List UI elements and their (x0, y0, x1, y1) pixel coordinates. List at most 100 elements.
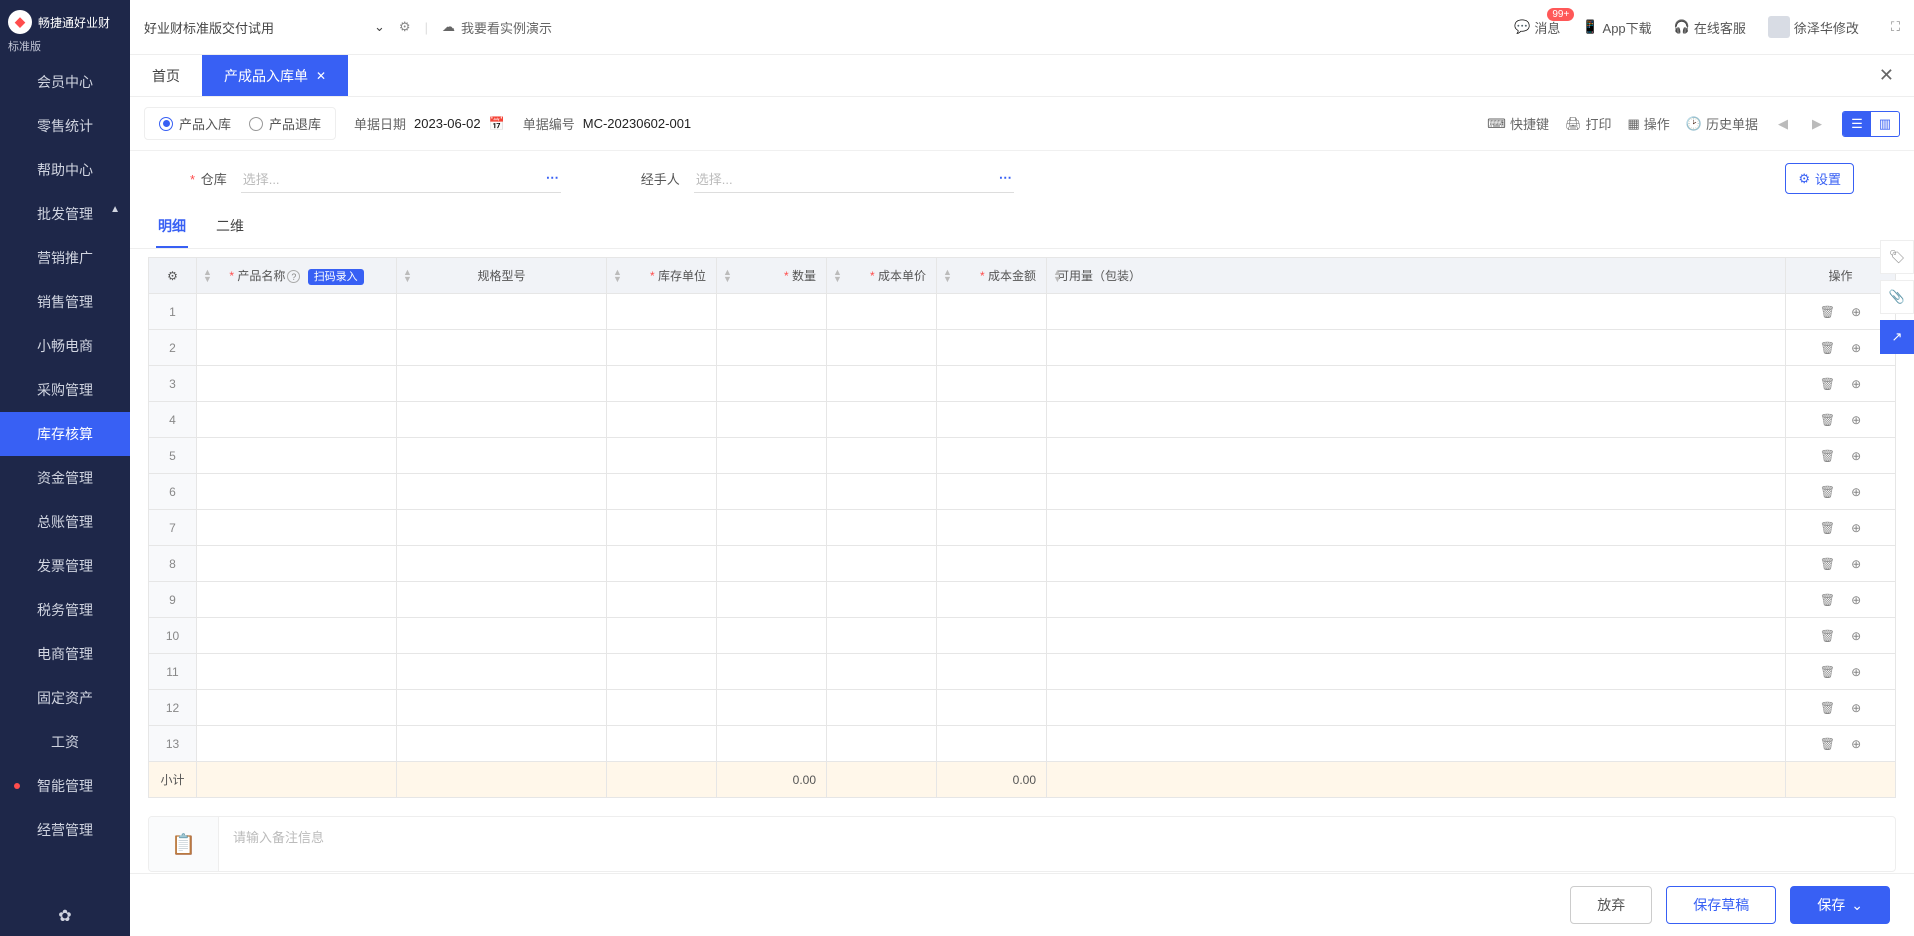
row-delete-icon[interactable]: 🗑 (1820, 521, 1835, 535)
cell-name[interactable] (197, 510, 397, 546)
cell-unit[interactable] (607, 582, 717, 618)
th-gear[interactable]: ⚙ (149, 258, 197, 294)
warehouse-select[interactable]: 选择... ⋯ (241, 165, 561, 193)
sidebar-item-15[interactable]: 工资 (0, 720, 130, 764)
scan-badge[interactable]: 扫码录入 (308, 269, 364, 285)
sidebar-item-10[interactable]: 总账管理 (0, 500, 130, 544)
sidebar-item-8[interactable]: 库存核算 (0, 412, 130, 456)
cell-price[interactable] (827, 330, 937, 366)
th-avail[interactable]: ▲▼可用量（包装） (1047, 258, 1786, 294)
cell-price[interactable] (827, 618, 937, 654)
date-value[interactable]: 2023-06-02 (414, 116, 481, 131)
cell-amount[interactable] (937, 366, 1047, 402)
row-add-icon[interactable]: ⊕ (1851, 521, 1861, 535)
cell-qty[interactable] (717, 618, 827, 654)
app-download-button[interactable]: 📱 App下载 (1582, 18, 1651, 37)
remarks-input[interactable]: 请输入备注信息 (219, 817, 1895, 871)
view-card-icon[interactable]: ▥ (1871, 112, 1899, 136)
row-delete-icon[interactable]: 🗑 (1820, 485, 1835, 499)
th-unit[interactable]: ▲▼* 库存单位 (607, 258, 717, 294)
row-delete-icon[interactable]: 🗑 (1820, 737, 1835, 751)
cell-name[interactable] (197, 618, 397, 654)
cell-unit[interactable] (607, 618, 717, 654)
cell-price[interactable] (827, 654, 937, 690)
sidebar-item-5[interactable]: 销售管理 (0, 280, 130, 324)
rail-expand-icon[interactable]: ↗ (1880, 320, 1914, 354)
discard-button[interactable]: 放弃 (1570, 886, 1652, 924)
sidebar-settings-icon[interactable]: ✿ (0, 896, 130, 936)
cell-price[interactable] (827, 690, 937, 726)
cell-unit[interactable] (607, 330, 717, 366)
sidebar-item-7[interactable]: 采购管理 (0, 368, 130, 412)
cell-qty[interactable] (717, 402, 827, 438)
cell-amount[interactable] (937, 402, 1047, 438)
cell-amount[interactable] (937, 690, 1047, 726)
cell-qty[interactable] (717, 294, 827, 330)
cell-spec[interactable] (397, 294, 607, 330)
row-add-icon[interactable]: ⊕ (1851, 341, 1861, 355)
cell-qty[interactable] (717, 510, 827, 546)
user-menu[interactable]: 徐泽华修改 (1768, 16, 1859, 38)
cell-spec[interactable] (397, 654, 607, 690)
cell-name[interactable] (197, 546, 397, 582)
cell-avail[interactable] (1047, 546, 1786, 582)
row-delete-icon[interactable]: 🗑 (1820, 449, 1835, 463)
demo-link[interactable]: ☁ 我要看实例演示 (442, 18, 552, 37)
handler-select[interactable]: 选择... ⋯ (694, 165, 1014, 193)
cell-amount[interactable] (937, 474, 1047, 510)
inner-tab-detail[interactable]: 明细 (156, 206, 188, 248)
sidebar-item-6[interactable]: 小畅电商 (0, 324, 130, 368)
help-icon[interactable]: ? (287, 270, 300, 283)
th-price[interactable]: ▲▼* 成本单价 (827, 258, 937, 294)
row-delete-icon[interactable]: 🗑 (1820, 305, 1835, 319)
row-delete-icon[interactable]: 🗑 (1820, 377, 1835, 391)
row-add-icon[interactable]: ⊕ (1851, 737, 1861, 751)
cell-unit[interactable] (607, 294, 717, 330)
cell-amount[interactable] (937, 510, 1047, 546)
row-add-icon[interactable]: ⊕ (1851, 485, 1861, 499)
cell-avail[interactable] (1047, 654, 1786, 690)
cell-amount[interactable] (937, 330, 1047, 366)
row-delete-icon[interactable]: 🗑 (1820, 629, 1835, 643)
cell-avail[interactable] (1047, 690, 1786, 726)
tab-product-in[interactable]: 产成品入库单 ✕ (202, 55, 348, 96)
cell-spec[interactable] (397, 582, 607, 618)
row-add-icon[interactable]: ⊕ (1851, 305, 1861, 319)
cell-avail[interactable] (1047, 294, 1786, 330)
row-delete-icon[interactable]: 🗑 (1820, 557, 1835, 571)
table-row[interactable]: 11🗑⊕ (149, 654, 1896, 690)
cell-spec[interactable] (397, 474, 607, 510)
rail-stamp-icon[interactable]: 🏷 (1880, 240, 1914, 274)
cell-name[interactable] (197, 726, 397, 762)
table-row[interactable]: 9🗑⊕ (149, 582, 1896, 618)
save-draft-button[interactable]: 保存草稿 (1666, 886, 1776, 924)
sidebar-item-16[interactable]: 智能管理 (0, 764, 130, 808)
cell-unit[interactable] (607, 546, 717, 582)
table-row[interactable]: 12🗑⊕ (149, 690, 1896, 726)
service-button[interactable]: 🎧 在线客服 (1674, 18, 1746, 37)
table-row[interactable]: 8🗑⊕ (149, 546, 1896, 582)
cell-unit[interactable] (607, 510, 717, 546)
sidebar-item-13[interactable]: 电商管理 (0, 632, 130, 676)
cell-avail[interactable] (1047, 618, 1786, 654)
cell-price[interactable] (827, 294, 937, 330)
tab-close-icon[interactable]: ✕ (316, 69, 326, 83)
table-row[interactable]: 3🗑⊕ (149, 366, 1896, 402)
cell-amount[interactable] (937, 294, 1047, 330)
cell-unit[interactable] (607, 726, 717, 762)
prev-doc-icon[interactable]: ◀ (1774, 116, 1792, 132)
cell-unit[interactable] (607, 690, 717, 726)
cell-name[interactable] (197, 582, 397, 618)
row-delete-icon[interactable]: 🗑 (1820, 413, 1835, 427)
row-delete-icon[interactable]: 🗑 (1820, 665, 1835, 679)
table-row[interactable]: 7🗑⊕ (149, 510, 1896, 546)
th-name[interactable]: ▲▼* 产品名称? 扫码录入 (197, 258, 397, 294)
row-add-icon[interactable]: ⊕ (1851, 449, 1861, 463)
gear-icon[interactable]: ⚙ (399, 19, 411, 35)
cell-avail[interactable] (1047, 582, 1786, 618)
cell-qty[interactable] (717, 546, 827, 582)
radio-product-out[interactable]: 产品退库 (249, 114, 321, 133)
row-add-icon[interactable]: ⊕ (1851, 593, 1861, 607)
form-settings-button[interactable]: ⚙ 设置 (1785, 163, 1854, 194)
cell-avail[interactable] (1047, 510, 1786, 546)
